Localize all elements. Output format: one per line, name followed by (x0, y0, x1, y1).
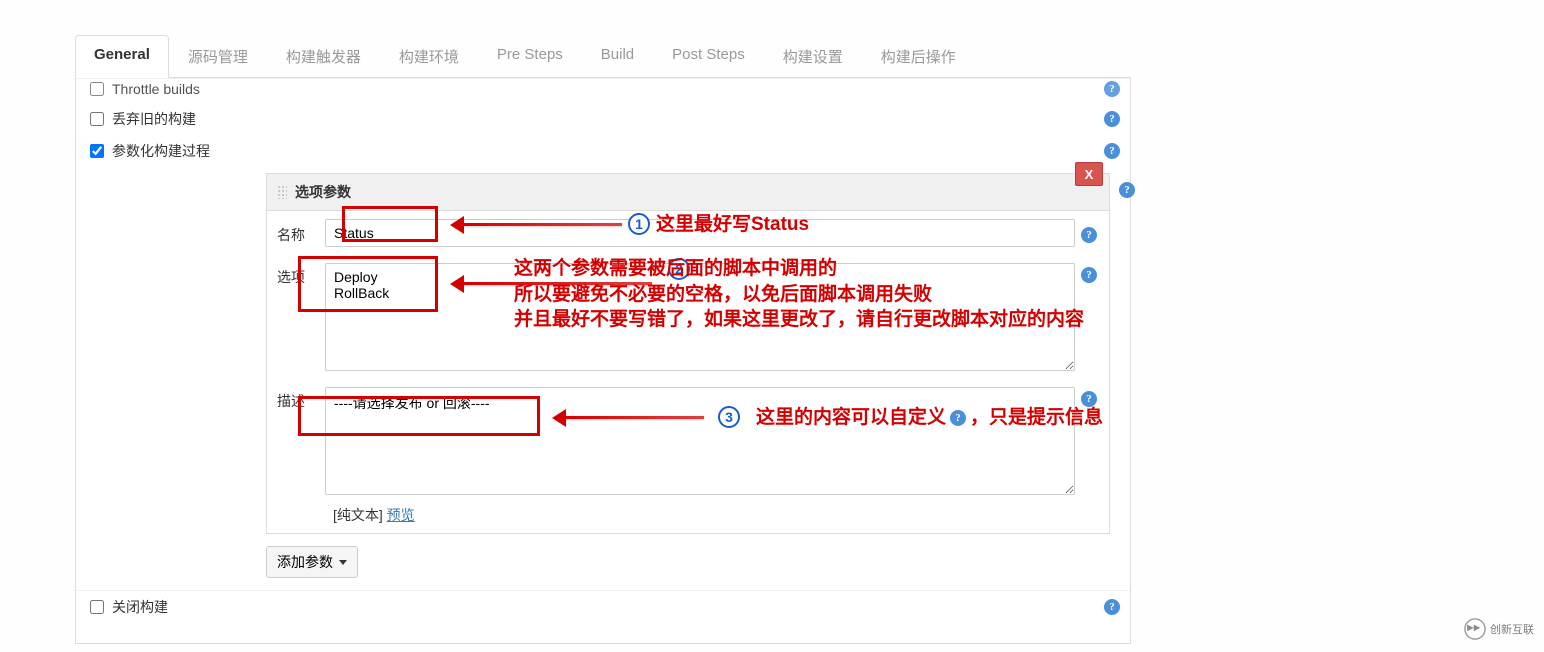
parameterized-label: 参数化构建过程 (112, 141, 1104, 161)
help-icon[interactable]: ? (1081, 391, 1097, 407)
add-param-button[interactable]: 添加参数 (266, 546, 358, 578)
add-param-label: 添加参数 (277, 552, 333, 572)
close-build-checkbox[interactable] (90, 600, 104, 614)
help-icon[interactable]: ? (1104, 111, 1120, 127)
panel-title: 选项参数 (295, 182, 351, 202)
watermark-logo: 创新互联 (1464, 618, 1534, 640)
help-icon[interactable]: ? (1081, 227, 1097, 243)
discard-label: 丢弃旧的构建 (112, 109, 1104, 129)
chevron-down-icon (339, 560, 347, 565)
help-icon[interactable]: ? (1119, 182, 1135, 198)
help-icon[interactable]: ? (1081, 267, 1097, 283)
tab-post-build[interactable]: 构建后操作 (862, 35, 975, 78)
close-build-label: 关闭构建 (112, 597, 1104, 617)
plain-text-label: [纯文本] (333, 507, 387, 523)
delete-button[interactable]: X (1075, 162, 1103, 186)
drag-handle-icon[interactable] (277, 185, 287, 199)
name-input[interactable] (325, 219, 1075, 247)
discard-checkbox[interactable] (90, 112, 104, 126)
desc-field-label: 描述 (277, 387, 325, 411)
help-icon[interactable]: ? (1104, 81, 1120, 97)
config-tabs: General 源码管理 构建触发器 构建环境 Pre Steps Build … (75, 34, 1131, 78)
tab-post-steps[interactable]: Post Steps (653, 35, 764, 78)
logo-text: 创新互联 (1490, 621, 1534, 637)
tab-pre-steps[interactable]: Pre Steps (478, 35, 582, 78)
desc-textarea[interactable]: ----请选择发布 or 回滚---- (325, 387, 1075, 495)
tab-build-env[interactable]: 构建环境 (380, 35, 478, 78)
choice-param-panel: X ? 选项参数 名称 ? 选项 Deploy RollBack ? 描述 -- (266, 173, 1110, 534)
tab-build[interactable]: Build (582, 35, 653, 78)
throttle-checkbox[interactable] (90, 82, 104, 96)
help-icon[interactable]: ? (1104, 143, 1120, 159)
help-icon[interactable]: ? (1104, 599, 1120, 615)
parameterized-checkbox[interactable] (90, 144, 104, 158)
choices-textarea[interactable]: Deploy RollBack (325, 263, 1075, 371)
logo-icon (1464, 618, 1486, 640)
panel-header[interactable]: 选项参数 (267, 174, 1109, 211)
config-body: Throttle builds ? 丢弃旧的构建 ? 参数化构建过程 ? X ?… (75, 78, 1131, 644)
tab-general[interactable]: General (75, 35, 169, 78)
tab-scm[interactable]: 源码管理 (169, 35, 267, 78)
tab-build-settings[interactable]: 构建设置 (764, 35, 862, 78)
name-field-label: 名称 (277, 221, 325, 245)
throttle-label: Throttle builds (112, 81, 1104, 97)
tab-triggers[interactable]: 构建触发器 (267, 35, 380, 78)
preview-link[interactable]: 预览 (387, 507, 415, 523)
choices-field-label: 选项 (277, 263, 325, 287)
